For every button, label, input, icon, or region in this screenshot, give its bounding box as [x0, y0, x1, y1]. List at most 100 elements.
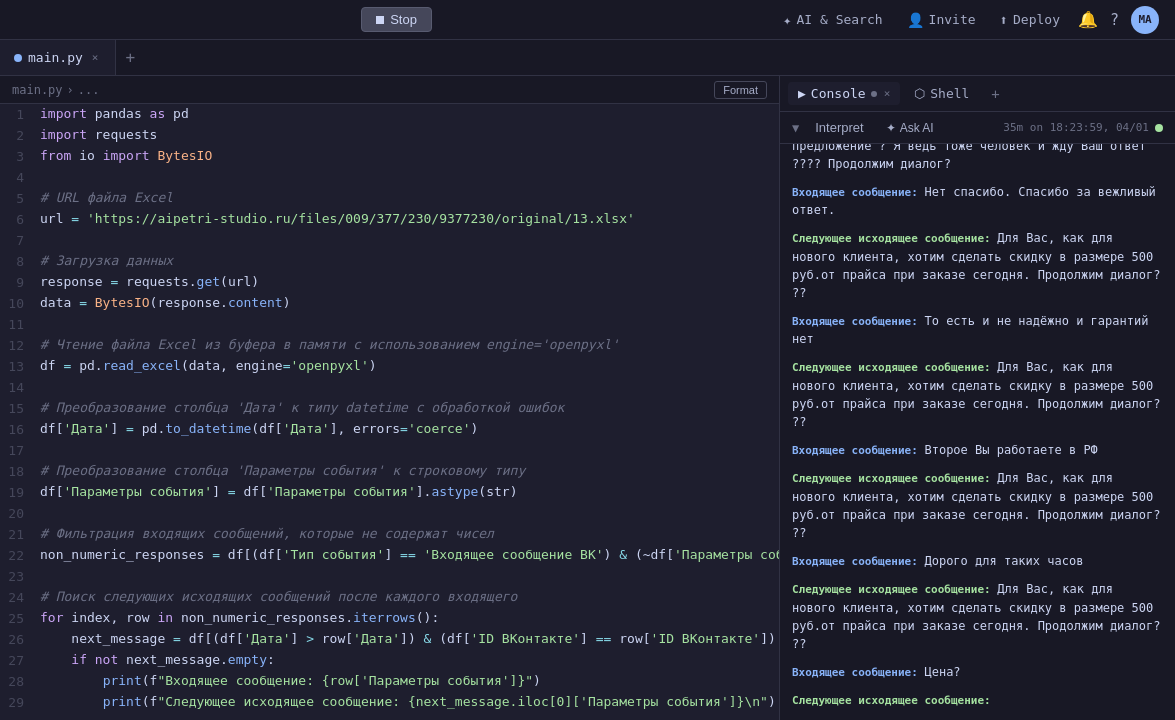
- deploy-icon: ⬆: [1000, 12, 1008, 28]
- outgoing-label: Следующее исходящее сообщение:: [792, 232, 997, 245]
- chat-message: Следующее исходящее сообщение: Доброе ут…: [792, 144, 1163, 173]
- ai-search-label: AI & Search: [797, 12, 883, 27]
- editor-pane: main.py › ... Format 1 import pandas as …: [0, 76, 780, 720]
- code-line: 17: [0, 440, 779, 461]
- chat-message: Следующее исходящее сообщение: Для Вас, …: [792, 229, 1163, 302]
- chat-area[interactable]: Следующее исходящее сообщение: Вы перест…: [780, 144, 1175, 720]
- deploy-link[interactable]: ⬆ Deploy: [994, 8, 1066, 32]
- timestamp-area: 35m on 18:23:59, 04/01: [1003, 121, 1163, 134]
- format-button[interactable]: Format: [714, 81, 767, 99]
- tab-add-button[interactable]: +: [116, 40, 144, 75]
- top-navbar: Stop ✦ AI & Search 👤 Invite ⬆ Deploy 🔔 ?…: [0, 0, 1175, 40]
- deploy-label: Deploy: [1013, 12, 1060, 27]
- py-indicator: [14, 54, 22, 62]
- nav-right: ✦ AI & Search 👤 Invite ⬆ Deploy 🔔 ? MA: [777, 6, 1159, 34]
- outgoing-label: Следующее исходящее сообщение:: [792, 583, 997, 596]
- tab-console[interactable]: ▶ Console ×: [788, 82, 900, 105]
- sparkle-icon: ✦: [783, 12, 791, 28]
- code-line: 6 url = 'https://aipetri-studio.ru/files…: [0, 209, 779, 230]
- bell-icon[interactable]: 🔔: [1078, 10, 1098, 29]
- console-label: Console: [811, 86, 866, 101]
- incoming-label: Входящее сообщение:: [792, 444, 924, 457]
- console-dot: [871, 91, 877, 97]
- chat-message: Входящее сообщение: Второе Вы работаете …: [792, 441, 1163, 460]
- tab-add-right-button[interactable]: +: [983, 82, 1007, 106]
- ask-ai-button[interactable]: ✦ Ask AI: [880, 118, 940, 138]
- code-line: 20: [0, 503, 779, 524]
- nav-center: Stop: [361, 7, 432, 32]
- interpret-button[interactable]: Interpret: [807, 117, 871, 138]
- tab-shell[interactable]: ⬡ Shell: [904, 82, 979, 105]
- code-line: 8 # Загрузка данных: [0, 251, 779, 272]
- stop-label: Stop: [390, 12, 417, 27]
- chat-message: Входящее сообщение: То есть и не надёжно…: [792, 312, 1163, 349]
- code-line: 1 import pandas as pd: [0, 104, 779, 125]
- code-line: 22 non_numeric_responses = df[(df['Тип с…: [0, 545, 779, 566]
- code-line: 5 # URL файла Excel: [0, 188, 779, 209]
- code-area[interactable]: 1 import pandas as pd 2 import requests …: [0, 104, 779, 720]
- ask-ai-label: Ask AI: [900, 121, 934, 135]
- online-indicator: [1155, 124, 1163, 132]
- shell-icon: ⬡: [914, 86, 925, 101]
- outgoing-label: Следующее исходящее сообщение:: [792, 472, 997, 485]
- code-line: 12 # Чтение файла Excel из буфера в памя…: [0, 335, 779, 356]
- timestamp-text: 35m on 18:23:59, 04/01: [1003, 121, 1149, 134]
- outgoing-label: Следующее исходящее сообщение:: [792, 694, 991, 707]
- chat-message: Входящее сообщение: Цена?: [792, 663, 1163, 682]
- interpret-bar: ▼ Interpret ✦ Ask AI 35m on 18:23:59, 04…: [780, 112, 1175, 144]
- code-line: 29 print(f"Следующее исходящее сообщение…: [0, 692, 779, 713]
- incoming-label: Входящее сообщение:: [792, 315, 924, 328]
- breadcrumb-sep: ›: [67, 83, 74, 97]
- stop-button[interactable]: Stop: [361, 7, 432, 32]
- code-line: 16 df['Дата'] = pd.to_datetime(df['Дата'…: [0, 419, 779, 440]
- tab-main-py[interactable]: main.py ×: [0, 40, 116, 75]
- code-line: 25 for index, row in non_numeric_respons…: [0, 608, 779, 629]
- code-line: 18 # Преобразование столбца 'Параметры с…: [0, 461, 779, 482]
- code-line: 4: [0, 167, 779, 188]
- code-line: 21 # Фильтрация входящих сообщений, кото…: [0, 524, 779, 545]
- code-line: 9 response = requests.get(url): [0, 272, 779, 293]
- code-line: 13 df = pd.read_excel(data, engine='open…: [0, 356, 779, 377]
- code-line: 19 df['Параметры события'] = df['Парамет…: [0, 482, 779, 503]
- terminal-icon: ▶: [798, 86, 806, 101]
- code-line: 23: [0, 566, 779, 587]
- invite-link[interactable]: 👤 Invite: [901, 8, 982, 32]
- code-line: 10 data = BytesIO(response.content): [0, 293, 779, 314]
- chat-message: Следующее исходящее сообщение: Для Вас, …: [792, 358, 1163, 431]
- console-close[interactable]: ×: [884, 87, 891, 100]
- code-line: 14: [0, 377, 779, 398]
- code-line: 27 if not next_message.empty:: [0, 650, 779, 671]
- incoming-label: Входящее сообщение:: [792, 555, 924, 568]
- code-lines: 1 import pandas as pd 2 import requests …: [0, 104, 779, 713]
- code-line: 15 # Преобразование столбца 'Дата' к тип…: [0, 398, 779, 419]
- code-line: 3 from io import BytesIO: [0, 146, 779, 167]
- code-line: 28 print(f"Входящее сообщение: {row['Пар…: [0, 671, 779, 692]
- ai-icon: ✦: [886, 121, 896, 135]
- chat-message: Следующее исходящее сообщение: Для Вас, …: [792, 580, 1163, 653]
- avatar[interactable]: MA: [1131, 6, 1159, 34]
- chat-message: Входящее сообщение: Нет спасибо. Спасибо…: [792, 183, 1163, 220]
- incoming-label: Входящее сообщение:: [792, 186, 924, 199]
- chat-message: Входящее сообщение: Дорого для таких час…: [792, 552, 1163, 571]
- ai-search-link[interactable]: ✦ AI & Search: [777, 8, 889, 32]
- shell-label: Shell: [930, 86, 969, 101]
- right-tabs-row: ▶ Console × ⬡ Shell +: [780, 76, 1175, 112]
- code-line: 24 # Поиск следующих исходящих сообщений…: [0, 587, 779, 608]
- help-icon[interactable]: ?: [1110, 11, 1119, 29]
- invite-label: Invite: [929, 12, 976, 27]
- incoming-label: Входящее сообщение:: [792, 666, 924, 679]
- editor-breadcrumb: main.py › ... Format: [0, 76, 779, 104]
- code-line: 2 import requests: [0, 125, 779, 146]
- tab-close-button[interactable]: ×: [89, 50, 102, 65]
- person-icon: 👤: [907, 12, 924, 28]
- tabs-row: main.py × +: [0, 40, 1175, 76]
- code-line: 7: [0, 230, 779, 251]
- chat-message: Следующее исходящее сообщение:: [792, 691, 1163, 710]
- breadcrumb-left: main.py › ...: [12, 83, 100, 97]
- code-line: 11: [0, 314, 779, 335]
- stop-icon: [376, 16, 384, 24]
- breadcrumb-dots: ...: [78, 83, 100, 97]
- tab-main-py-label: main.py: [28, 50, 83, 65]
- main-area: main.py › ... Format 1 import pandas as …: [0, 76, 1175, 720]
- code-line: 26 next_message = df[(df['Дата'] > row['…: [0, 629, 779, 650]
